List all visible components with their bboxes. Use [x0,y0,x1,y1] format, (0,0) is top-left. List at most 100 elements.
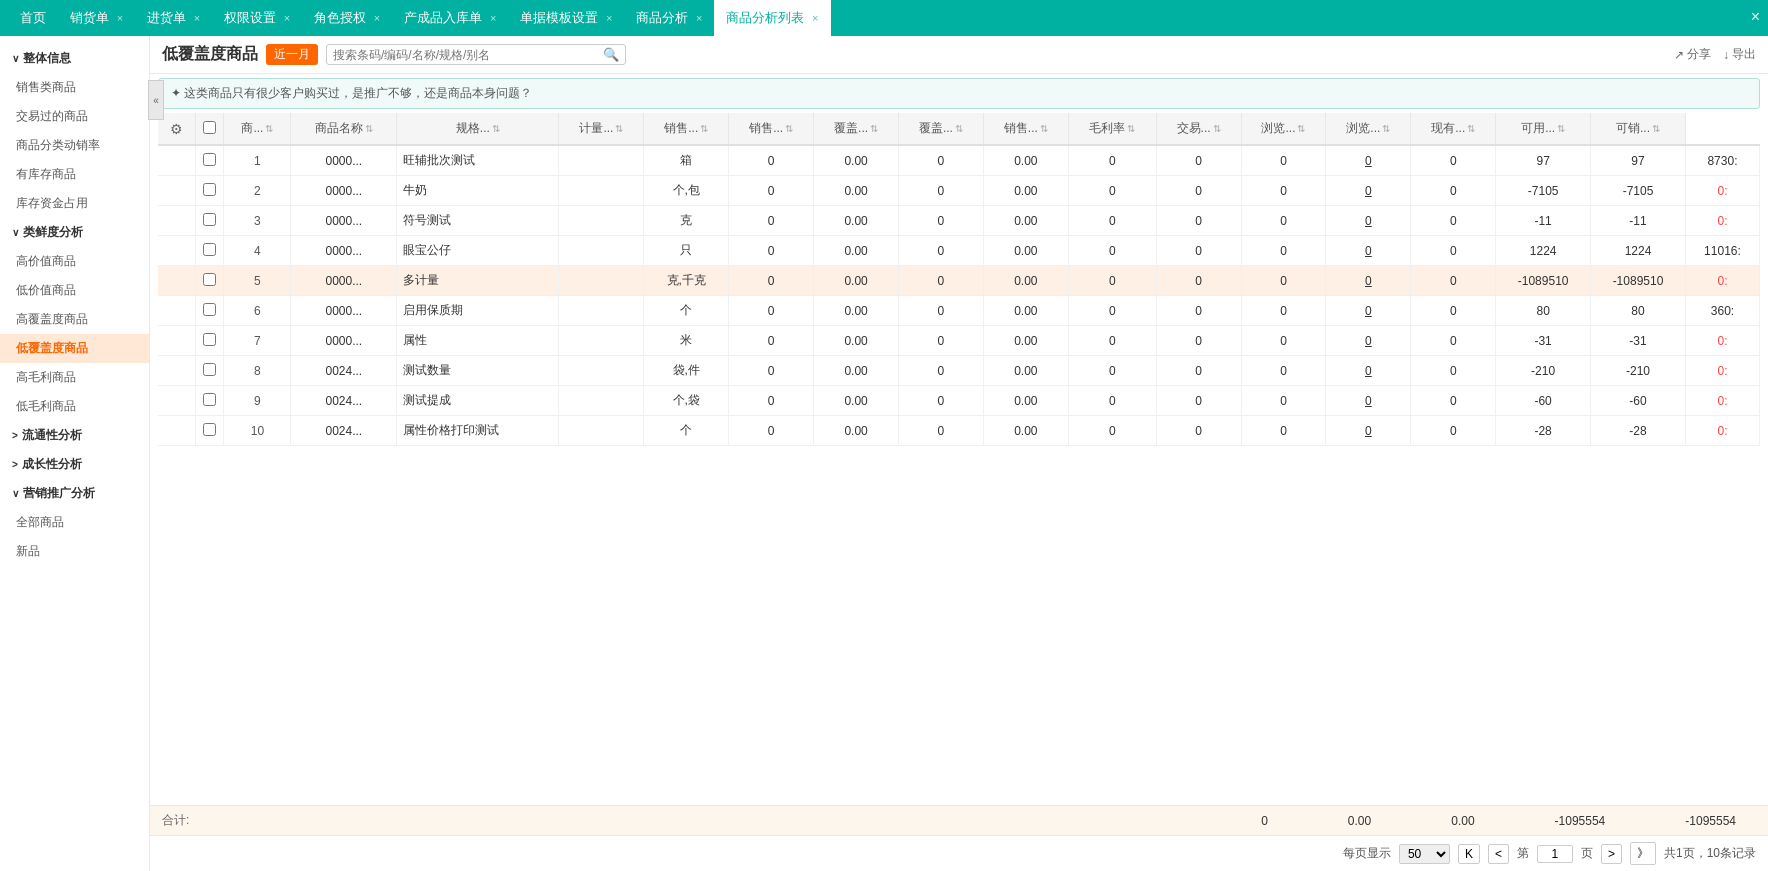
sidebar-item-stock-capital[interactable]: 库存资金占用 [0,189,149,218]
row-checkbox[interactable] [203,393,216,406]
sidebar-item-low-profit[interactable]: 低毛利商品 [0,392,149,421]
col-gross-rate[interactable]: 毛利率⇅ [1068,113,1156,145]
export-button[interactable]: ↓ 导出 [1723,46,1756,63]
cell-code: 0000... [291,176,397,206]
row-checkbox[interactable] [203,243,216,256]
nav-tab-purchase[interactable]: 进货单 × [135,0,212,36]
footer-values: 0 0.00 0.00 -1095554 -1095554 [201,814,1756,828]
row-checkbox[interactable] [203,333,216,346]
close-purchase-tab-icon[interactable]: × [194,12,200,24]
sidebar-collapse-button[interactable]: « [148,80,164,120]
col-trade[interactable]: 交易...⇅ [1156,113,1241,145]
cell-gross-rate: 0 [1156,206,1241,236]
nav-tab-product-analysis[interactable]: 商品分析 × [624,0,714,36]
close-analysis-tab-icon[interactable]: × [696,12,702,24]
select-all-checkbox[interactable] [203,121,216,134]
row-checkbox[interactable] [203,153,216,166]
nav-tab-role-auth[interactable]: 角色授权 × [302,0,392,36]
sidebar-item-traded-goods[interactable]: 交易过的商品 [0,102,149,131]
sidebar-item-new-goods[interactable]: 新品 [0,537,149,566]
row-checkbox[interactable] [203,273,216,286]
table-settings-icon[interactable]: ⚙ [170,121,183,137]
col-name[interactable]: 商品名称⇅ [291,113,397,145]
cell-browse1[interactable]: 0 [1326,176,1411,206]
cell-checkbox [196,266,224,296]
close-sales-tab-icon[interactable]: × [117,12,123,24]
col-available[interactable]: 可用...⇅ [1496,113,1591,145]
close-product-tab-icon[interactable]: × [490,12,496,24]
sidebar-group-overall[interactable]: ∨ 整体信息 [0,44,149,73]
share-button[interactable]: ↗ 分享 [1674,46,1711,63]
col-code[interactable]: 商...⇅ [224,113,291,145]
cell-browse1[interactable]: 0 [1326,356,1411,386]
row-checkbox[interactable] [203,423,216,436]
cell-settings [158,176,196,206]
sidebar-item-sales-goods[interactable]: 销售类商品 [0,73,149,102]
close-all-tabs-button[interactable]: × [1751,8,1760,26]
col-spec[interactable]: 规格...⇅ [397,113,559,145]
row-checkbox[interactable] [203,183,216,196]
close-list-tab-icon[interactable]: × [812,12,818,24]
nav-tab-sales[interactable]: 销货单 × [58,0,135,36]
col-browse2[interactable]: 浏览...⇅ [1326,113,1411,145]
col-coverage1[interactable]: 覆盖...⇅ [814,113,899,145]
first-page-button[interactable]: K [1458,844,1480,864]
per-page-select[interactable]: 50 20 100 [1399,844,1450,864]
sidebar-item-high-value[interactable]: 高价值商品 [0,247,149,276]
close-role-tab-icon[interactable]: × [374,12,380,24]
cell-browse1[interactable]: 0 [1326,145,1411,176]
col-sales-qty[interactable]: 销售...⇅ [644,113,729,145]
nav-tab-auth-settings[interactable]: 权限设置 × [212,0,302,36]
nav-tab-template-settings[interactable]: 单据模板设置 × [508,0,624,36]
cell-browse2: 0 [1411,206,1496,236]
page-number-input[interactable] [1537,845,1573,863]
cell-browse1[interactable]: 0 [1326,266,1411,296]
nav-tab-product-instock[interactable]: 产成品入库单 × [392,0,508,36]
nav-tab-product-analysis-list[interactable]: 商品分析列表 × [714,0,830,36]
col-unit[interactable]: 计量...⇅ [559,113,644,145]
share-icon: ↗ [1674,48,1684,62]
sidebar-item-high-coverage[interactable]: 高覆盖度商品 [0,305,149,334]
close-template-tab-icon[interactable]: × [606,12,612,24]
sidebar-item-has-stock[interactable]: 有库存商品 [0,160,149,189]
close-auth-tab-icon[interactable]: × [284,12,290,24]
cell-browse1[interactable]: 0 [1326,236,1411,266]
row-checkbox[interactable] [203,303,216,316]
sidebar-item-all-goods[interactable]: 全部商品 [0,508,149,537]
cell-unit: 米 [644,326,729,356]
sidebar-group-circulation[interactable]: > 流通性分析 [0,421,149,450]
sidebar-item-low-value[interactable]: 低价值商品 [0,276,149,305]
cell-current-stock: -31 [1496,326,1591,356]
period-button[interactable]: 近一月 [266,44,318,65]
cell-checkbox [196,145,224,176]
next-page-button[interactable]: > [1601,844,1622,864]
cell-browse1[interactable]: 0 [1326,326,1411,356]
sidebar-item-high-profit[interactable]: 高毛利商品 [0,363,149,392]
sidebar-group-marketing[interactable]: ∨ 营销推广分析 [0,479,149,508]
cell-trade: 0 [1241,266,1326,296]
row-checkbox[interactable] [203,213,216,226]
cell-coverage2: 0.00 [983,266,1068,296]
col-browse1[interactable]: 浏览...⇅ [1241,113,1326,145]
row-checkbox[interactable] [203,363,216,376]
cell-sales-qty: 0 [729,176,814,206]
col-sales-amt[interactable]: 销售...⇅ [729,113,814,145]
sidebar-item-category-rate[interactable]: 商品分类动销率 [0,131,149,160]
col-sales3[interactable]: 销售...⇅ [983,113,1068,145]
cell-browse1[interactable]: 0 [1326,416,1411,446]
cell-browse1[interactable]: 0 [1326,386,1411,416]
col-coverage2[interactable]: 覆盖...⇅ [899,113,984,145]
cell-browse1[interactable]: 0 [1326,296,1411,326]
col-current-stock[interactable]: 现有...⇅ [1411,113,1496,145]
cell-browse1[interactable]: 0 [1326,206,1411,236]
sidebar-group-growth[interactable]: > 成长性分析 [0,450,149,479]
cell-spec [559,386,644,416]
last-page-button[interactable]: 》 [1630,842,1656,865]
prev-page-button[interactable]: < [1488,844,1509,864]
col-sellable[interactable]: 可销...⇅ [1591,113,1686,145]
search-input[interactable] [333,48,603,62]
cell-checkbox [196,206,224,236]
sidebar-item-low-coverage[interactable]: 低覆盖度商品 [0,334,149,363]
nav-tab-home[interactable]: 首页 [8,0,58,36]
sidebar-group-freshness[interactable]: ∨ 类鲜度分析 [0,218,149,247]
